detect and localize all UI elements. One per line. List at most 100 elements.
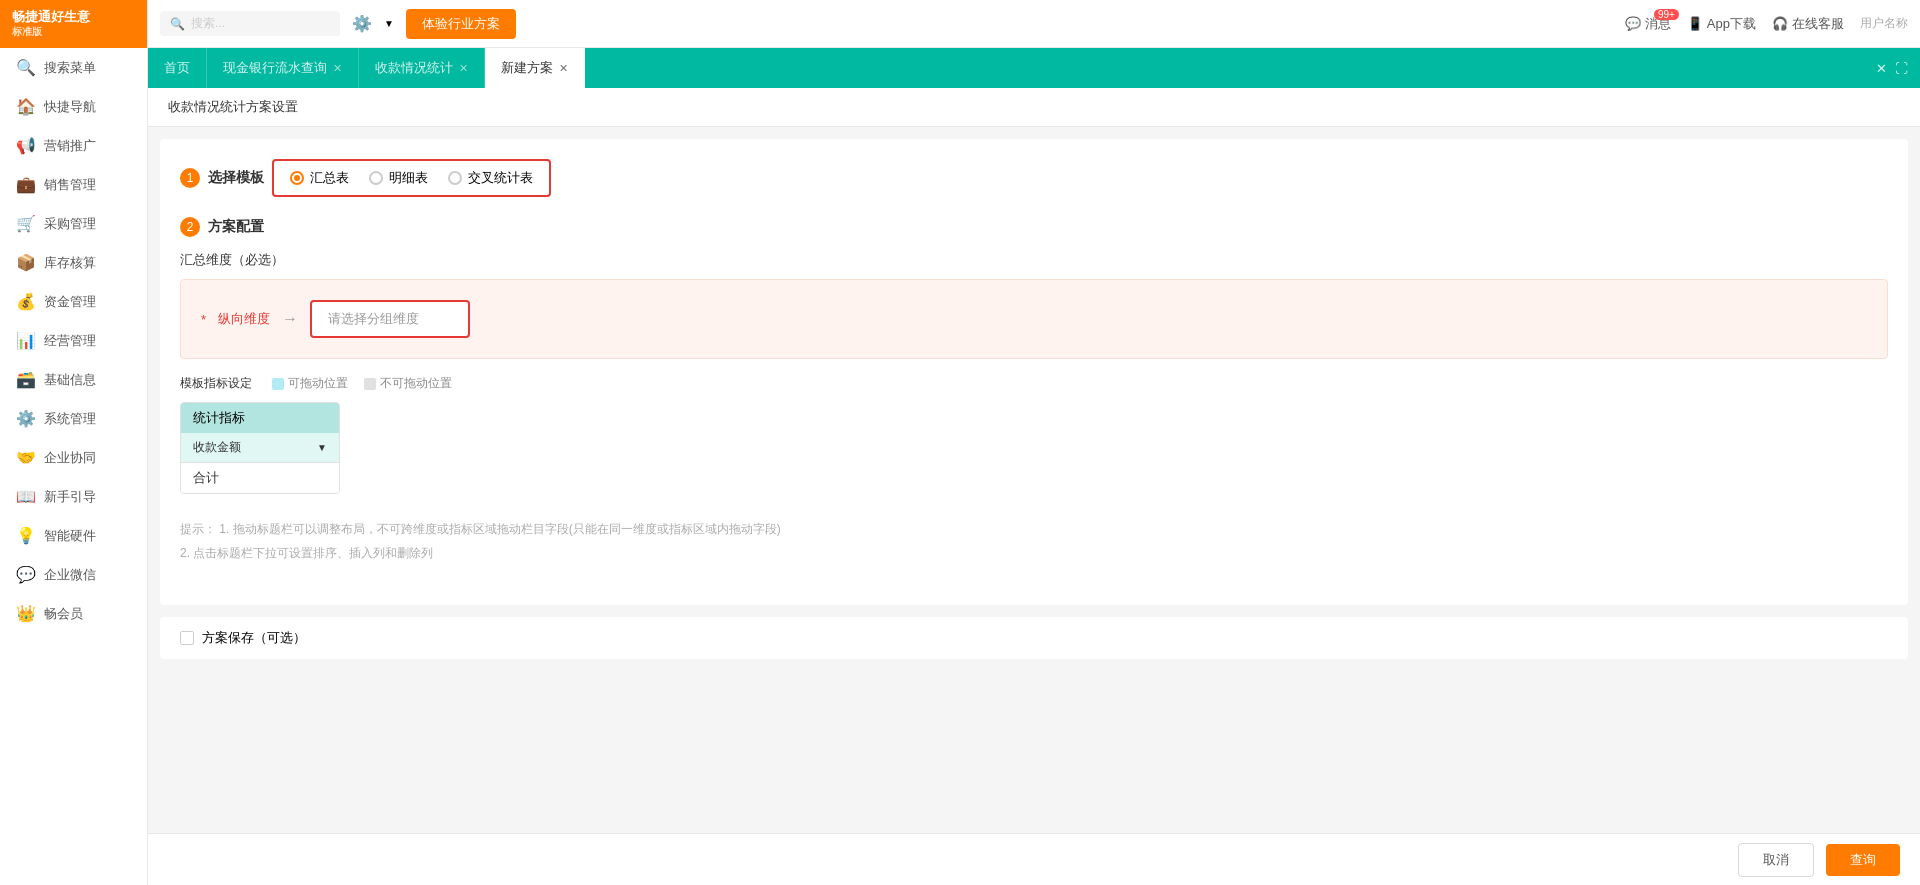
tab-home[interactable]: 首页 — [148, 48, 207, 88]
chevron-down-icon: ▼ — [317, 442, 327, 453]
sidebar-item-home[interactable]: 🏠 快捷导航 — [0, 87, 147, 126]
dimension-selector[interactable]: 请选择分组维度 — [310, 300, 470, 338]
hardware-icon: 💡 — [16, 526, 36, 545]
sidebar-item-system[interactable]: ⚙️ 系统管理 — [0, 399, 147, 438]
tips-section: 提示： 1. 拖动标题栏可以调整布局，不可跨维度或指标区域拖动栏目字段(只能在同… — [180, 517, 1888, 565]
close-icon[interactable]: ✕ — [333, 62, 342, 75]
app-name: 畅捷通好生意 — [12, 9, 90, 25]
drag-dot — [272, 378, 284, 390]
marketing-icon: 📢 — [16, 136, 36, 155]
service-btn[interactable]: 🎧 在线客服 — [1772, 15, 1844, 33]
sales-icon: 💼 — [16, 175, 36, 194]
sidebar-item-weixin[interactable]: 💬 企业微信 — [0, 555, 147, 594]
tabbar-actions: ✕ ⛶ — [1864, 48, 1920, 88]
tab-new-plan-label: 新建方案 — [501, 59, 553, 77]
save-option: 方案保存（可选） — [160, 617, 1908, 659]
sidebar-item-management[interactable]: 📊 经营管理 — [0, 321, 147, 360]
legend-drag: 可拖动位置 — [272, 375, 348, 392]
guide-icon: 📖 — [16, 487, 36, 506]
step1-num: 1 — [180, 168, 200, 188]
template-detail[interactable]: 明细表 — [369, 169, 428, 187]
radio-detail[interactable] — [369, 171, 383, 185]
close-icon[interactable]: ✕ — [559, 62, 568, 75]
sidebar-item-cooperation[interactable]: 🤝 企业协同 — [0, 438, 147, 477]
member-icon: 👑 — [16, 604, 36, 623]
sidebar-item-guide[interactable]: 📖 新手引导 — [0, 477, 147, 516]
template-options: 汇总表 明细表 交叉统计表 — [272, 159, 551, 197]
management-icon: 📊 — [16, 331, 36, 350]
chevron-down-icon[interactable]: ▼ — [384, 18, 394, 29]
cancel-button[interactable]: 取消 — [1738, 843, 1814, 877]
cooperation-icon: 🤝 — [16, 448, 36, 467]
radio-summary[interactable] — [290, 171, 304, 185]
tab-home-label: 首页 — [164, 59, 190, 77]
sidebar-item-label: 经营管理 — [44, 332, 96, 350]
legend-drag-label: 可拖动位置 — [288, 375, 348, 392]
sidebar-item-label: 智能硬件 — [44, 527, 96, 545]
search-icon: 🔍 — [170, 17, 185, 31]
sidebar-item-hardware[interactable]: 💡 智能硬件 — [0, 516, 147, 555]
sidebar-item-inventory[interactable]: 📦 库存核算 — [0, 243, 147, 282]
download-icon: 📱 — [1687, 16, 1703, 31]
radio-cross[interactable] — [448, 171, 462, 185]
content-area: 收款情况统计方案设置 1 选择模板 汇总表 明细表 — [148, 88, 1920, 833]
step1-title: 选择模板 — [208, 169, 264, 187]
required-mark: * — [201, 312, 206, 327]
sidebar-item-finance[interactable]: 💰 资金管理 — [0, 282, 147, 321]
step2-num: 2 — [180, 217, 200, 237]
tab-collection-stats[interactable]: 收款情况统计 ✕ — [359, 48, 485, 88]
service-icon: 🎧 — [1772, 16, 1788, 31]
template-summary[interactable]: 汇总表 — [290, 169, 349, 187]
query-button[interactable]: 查询 — [1826, 844, 1900, 876]
trial-button[interactable]: 体验行业方案 — [406, 9, 516, 39]
tab-bank-flow[interactable]: 现金银行流水查询 ✕ — [207, 48, 359, 88]
close-all-icon[interactable]: ✕ — [1876, 61, 1887, 76]
sidebar-item-marketing[interactable]: 📢 营销推广 — [0, 126, 147, 165]
metric-label-1: 合计 — [193, 470, 219, 485]
sidebar-item-search[interactable]: 🔍 搜索菜单 — [0, 48, 147, 87]
form-container: 1 选择模板 汇总表 明细表 交叉统计表 — [160, 139, 1908, 605]
service-label: 在线客服 — [1792, 15, 1844, 33]
app-edition: 标准版 — [12, 25, 90, 39]
indicator-title: 模板指标设定 — [180, 375, 252, 392]
footer-bar: 取消 查询 — [148, 833, 1920, 885]
weixin-icon: 💬 — [16, 565, 36, 584]
expand-icon[interactable]: ⛶ — [1895, 61, 1908, 76]
sidebar-item-basic-info[interactable]: 🗃️ 基础信息 — [0, 360, 147, 399]
legend-fixed: 不可拖动位置 — [364, 375, 452, 392]
badge-count: 99+ — [1654, 9, 1679, 20]
settings-icon[interactable]: ⚙️ — [352, 14, 372, 33]
arrow-icon: → — [282, 310, 298, 328]
sidebar-item-label: 企业协同 — [44, 449, 96, 467]
main-area: 🔍 搜索... ⚙️ ▼ 体验行业方案 💬 消息 99+ 📱 App下载 🎧 在… — [148, 0, 1920, 885]
template-cross[interactable]: 交叉统计表 — [448, 169, 533, 187]
dimension-area: * 纵向维度 → 请选择分组维度 — [180, 279, 1888, 359]
topbar: 🔍 搜索... ⚙️ ▼ 体验行业方案 💬 消息 99+ 📱 App下载 🎧 在… — [148, 0, 1920, 48]
tabbar: 首页 现金银行流水查询 ✕ 收款情况统计 ✕ 新建方案 ✕ ✕ ⛶ — [148, 48, 1920, 88]
close-icon[interactable]: ✕ — [459, 62, 468, 75]
column-header-label: 统计指标 — [193, 409, 245, 427]
tab-new-plan[interactable]: 新建方案 ✕ — [485, 48, 585, 88]
template-summary-label: 汇总表 — [310, 169, 349, 187]
step2-title: 方案配置 — [208, 218, 264, 236]
search-bar[interactable]: 🔍 搜索... — [160, 11, 340, 36]
search-icon: 🔍 — [16, 58, 36, 77]
sidebar-item-label: 基础信息 — [44, 371, 96, 389]
save-label: 方案保存（可选） — [202, 629, 306, 647]
message-badge[interactable]: 💬 消息 99+ — [1625, 15, 1671, 33]
download-btn[interactable]: 📱 App下载 — [1687, 15, 1756, 33]
indicator-metric-0[interactable]: 收款金额 ▼ — [181, 433, 339, 463]
sidebar-item-member[interactable]: 👑 畅会员 — [0, 594, 147, 633]
tip-1: 提示： 1. 拖动标题栏可以调整布局，不可跨维度或指标区域拖动栏目字段(只能在同… — [180, 517, 1888, 541]
save-checkbox[interactable] — [180, 631, 194, 645]
topbar-right: 💬 消息 99+ 📱 App下载 🎧 在线客服 用户名称 — [1625, 15, 1908, 33]
sidebar-item-label: 新手引导 — [44, 488, 96, 506]
indicator-column-header: 统计指标 — [181, 403, 339, 433]
sidebar-item-label: 系统管理 — [44, 410, 96, 428]
sidebar-item-sales[interactable]: 💼 销售管理 — [0, 165, 147, 204]
sidebar: 畅捷通好生意 标准版 🔍 搜索菜单 🏠 快捷导航 📢 营销推广 💼 销售管理 🛒… — [0, 0, 148, 885]
metric-label-0: 收款金额 — [193, 439, 241, 456]
sidebar-item-purchase[interactable]: 🛒 采购管理 — [0, 204, 147, 243]
template-detail-label: 明细表 — [389, 169, 428, 187]
sidebar-item-label: 库存核算 — [44, 254, 96, 272]
